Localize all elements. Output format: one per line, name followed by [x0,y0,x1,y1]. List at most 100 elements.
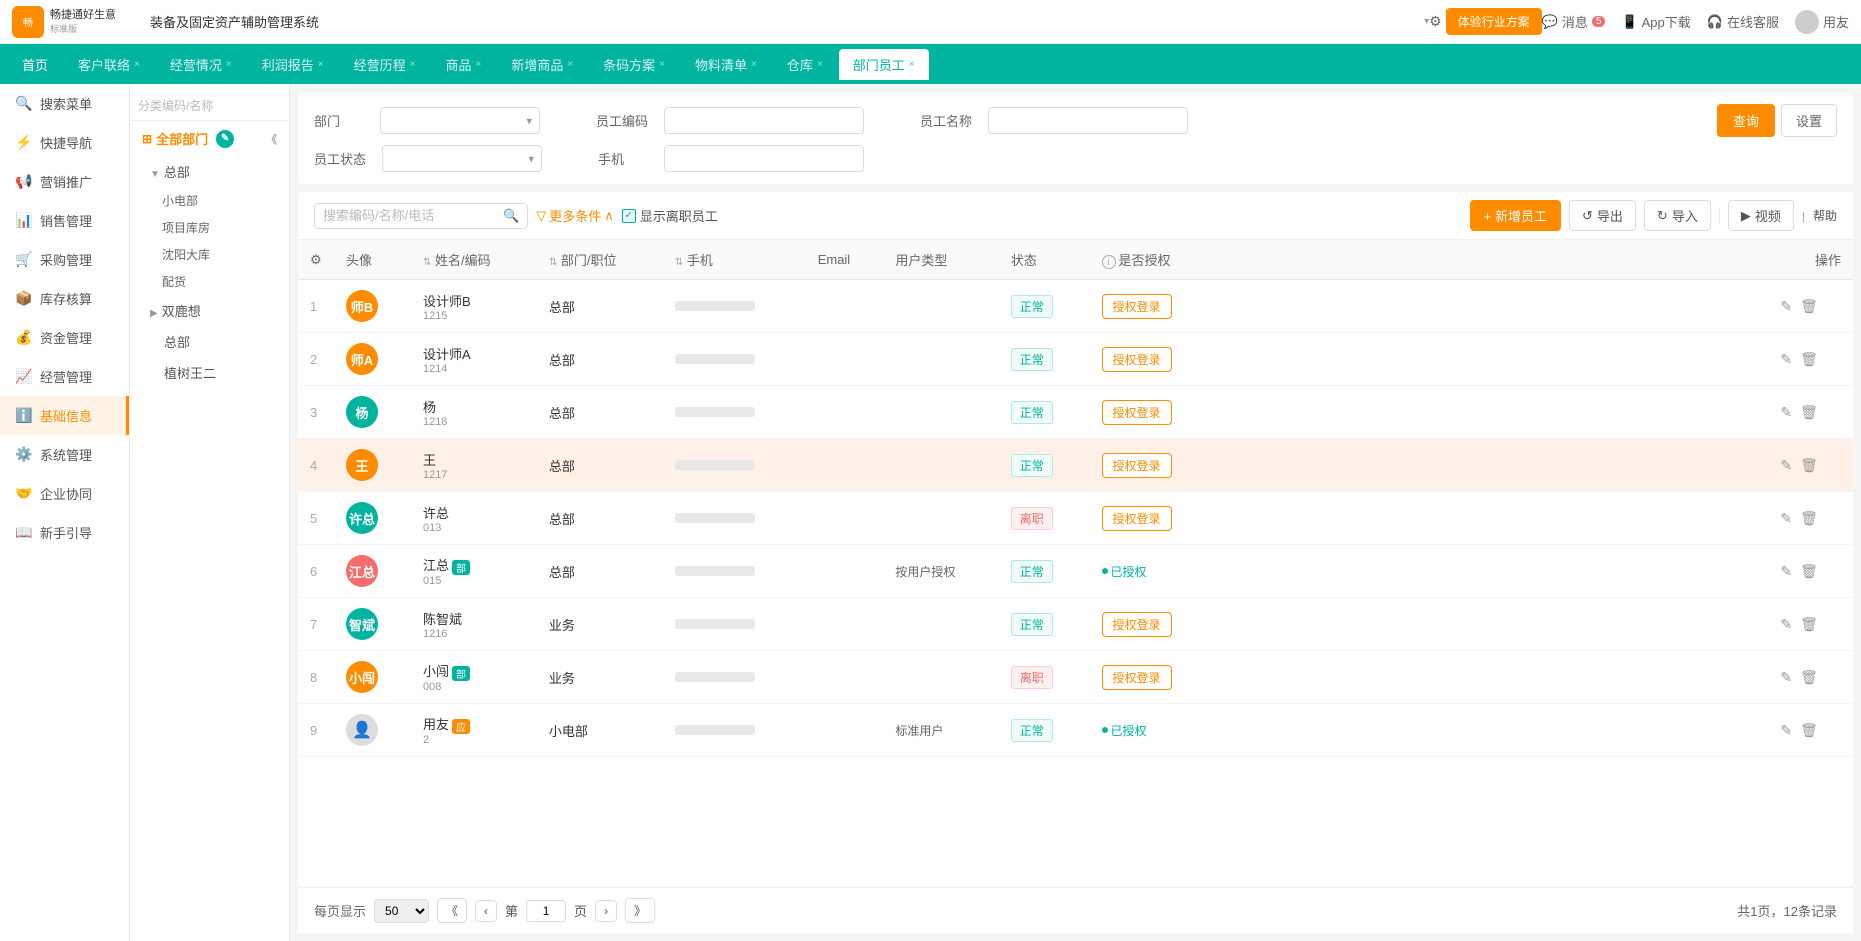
delete-icon[interactable]: 🗑 [1800,351,1818,368]
tree-node-zongbu-parent[interactable]: ▼总部 [130,156,289,187]
sidebar-item-finance[interactable]: 💰 资金管理 [0,318,129,357]
edit-icon[interactable]: ✎ [1780,669,1792,686]
message-btn[interactable]: 💬 消息 5 [1542,12,1606,31]
edit-icon[interactable]: ✎ [1780,563,1792,580]
tree-header-all-dept[interactable]: ⊞ 全部部门 ✎ 《 [130,121,289,156]
tree-child-xiaodian[interactable]: 小电部 [130,187,289,214]
close-icon[interactable]: × [659,59,665,70]
online-service-btn[interactable]: 🎧 在线客服 [1707,12,1779,31]
edit-icon[interactable]: ✎ [1780,616,1792,633]
tab-operation[interactable]: 经营情况 × [156,49,246,80]
sort-icon[interactable]: ⇅ [549,257,557,268]
tree-child-peihuo[interactable]: 配货 [130,268,289,295]
emp-name-input[interactable] [988,107,1188,134]
tab-employees[interactable]: 部门员工 × [839,49,929,80]
tree-child-shenyang[interactable]: 沈阳大库 [130,241,289,268]
auth-login-btn[interactable]: 授权登录 [1102,400,1172,425]
delete-icon[interactable]: 🗑 [1800,298,1818,315]
delete-icon[interactable]: 🗑 [1800,457,1818,474]
sidebar-item-basic-info[interactable]: ℹ️ 基础信息 [0,396,129,435]
last-page-btn[interactable]: 》 [625,898,655,923]
auth-login-btn[interactable]: 授权登录 [1102,347,1172,372]
prev-page-btn[interactable]: ‹ [475,900,497,922]
close-icon[interactable]: × [318,59,324,70]
delete-icon[interactable]: 🗑 [1800,510,1818,527]
edit-icon[interactable]: ✎ [1780,722,1792,739]
sidebar-item-inventory[interactable]: 📦 库存核算 [0,279,129,318]
edit-icon[interactable]: ✎ [1780,298,1792,315]
collapse-icon[interactable]: 《 [266,131,277,147]
tab-bom[interactable]: 物料清单 × [681,49,771,80]
sidebar-item-business[interactable]: 📈 经营管理 [0,357,129,396]
delete-icon[interactable]: 🗑 [1800,669,1818,686]
close-icon[interactable]: × [567,59,573,70]
close-icon[interactable]: × [134,59,140,70]
dept-select[interactable] [380,107,540,134]
sidebar-item-search[interactable]: 🔍 搜索菜单 [0,84,129,123]
sidebar-item-purchase[interactable]: 🛒 采购管理 [0,240,129,279]
close-icon[interactable]: × [410,59,416,70]
add-employee-btn[interactable]: + 新增员工 [1470,200,1561,231]
tree-node-zhishu[interactable]: 植树王二 [130,357,289,388]
info-icon[interactable]: i [1102,255,1116,269]
tree-child-xiangmu[interactable]: 项目库房 [130,214,289,241]
tree-node-shuanglu[interactable]: ▶双鹿想 [130,295,289,326]
tab-warehouse[interactable]: 仓库 × [773,49,837,80]
import-btn[interactable]: ↻ 导入 [1644,200,1711,231]
page-number-input[interactable] [526,900,566,922]
user-btn[interactable]: 用友 [1795,10,1849,34]
emp-status-select[interactable] [382,145,542,172]
delete-icon[interactable]: 🗑 [1800,722,1818,739]
search-input[interactable] [323,208,499,223]
edit-icon[interactable]: ✎ [1780,404,1792,421]
show-resign-checkbox[interactable]: ✓ 显示离职员工 [622,206,718,225]
col-settings[interactable]: ⚙ [298,240,334,280]
tab-customer[interactable]: 客户联络 × [64,49,154,80]
experience-btn[interactable]: 体验行业方案 [1446,8,1542,35]
close-icon[interactable]: × [909,59,915,70]
auth-login-btn[interactable]: 授权登录 [1102,612,1172,637]
video-btn[interactable]: ▶ 视频 [1728,200,1794,231]
sidebar-item-guide[interactable]: 📖 新手引导 [0,513,129,552]
sidebar-item-marketing[interactable]: 📢 营销推广 [0,162,129,201]
app-download-btn[interactable]: 📱 App下载 [1621,12,1690,31]
tab-profit[interactable]: 利润报告 × [248,49,338,80]
edit-icon[interactable]: ✎ [1780,457,1792,474]
auth-login-btn[interactable]: 授权登录 [1102,453,1172,478]
close-icon[interactable]: × [475,59,481,70]
sidebar-item-system[interactable]: ⚙️ 系统管理 [0,435,129,474]
first-page-btn[interactable]: 《 [437,898,467,923]
close-icon[interactable]: × [751,59,757,70]
gear-icon[interactable]: ⚙ [1429,13,1442,30]
sort-icon[interactable]: ⇅ [675,257,683,268]
tree-node-zongbu[interactable]: 总部 [130,326,289,357]
auth-login-btn[interactable]: 授权登录 [1102,294,1172,319]
delete-icon[interactable]: 🗑 [1800,404,1818,421]
tab-goods[interactable]: 商品 × [431,49,495,80]
edit-icon[interactable]: ✎ [1780,510,1792,527]
edit-icon[interactable]: ✎ [1780,351,1792,368]
query-btn[interactable]: 查询 [1717,104,1775,137]
tab-home[interactable]: 首页 [8,49,62,80]
next-page-btn[interactable]: › [595,900,617,922]
export-btn[interactable]: ↺ 导出 [1569,200,1636,231]
tree-search-input[interactable] [138,99,290,113]
help-btn[interactable]: | [1802,209,1805,223]
auth-login-btn[interactable]: 授权登录 [1102,665,1172,690]
sort-icon[interactable]: ⇅ [423,257,431,268]
page-size-select[interactable]: 50 100 [374,899,429,923]
tab-barcode[interactable]: 条码方案 × [589,49,679,80]
phone-input[interactable] [664,145,864,172]
sidebar-item-sales[interactable]: 📊 销售管理 [0,201,129,240]
delete-icon[interactable]: 🗑 [1800,563,1818,580]
help-text[interactable]: 帮助 [1813,207,1837,224]
more-filter-btn[interactable]: ▽ 更多条件 ∧ [536,206,614,225]
delete-icon[interactable]: 🗑 [1800,616,1818,633]
close-icon[interactable]: × [226,59,232,70]
edit-icon[interactable]: ✎ [216,130,234,148]
tab-history[interactable]: 经营历程 × [340,49,430,80]
set-btn[interactable]: 设置 [1781,104,1837,137]
tab-add-goods[interactable]: 新增商品 × [497,49,587,80]
sidebar-item-shortcuts[interactable]: ⚡ 快捷导航 [0,123,129,162]
auth-login-btn[interactable]: 授权登录 [1102,506,1172,531]
